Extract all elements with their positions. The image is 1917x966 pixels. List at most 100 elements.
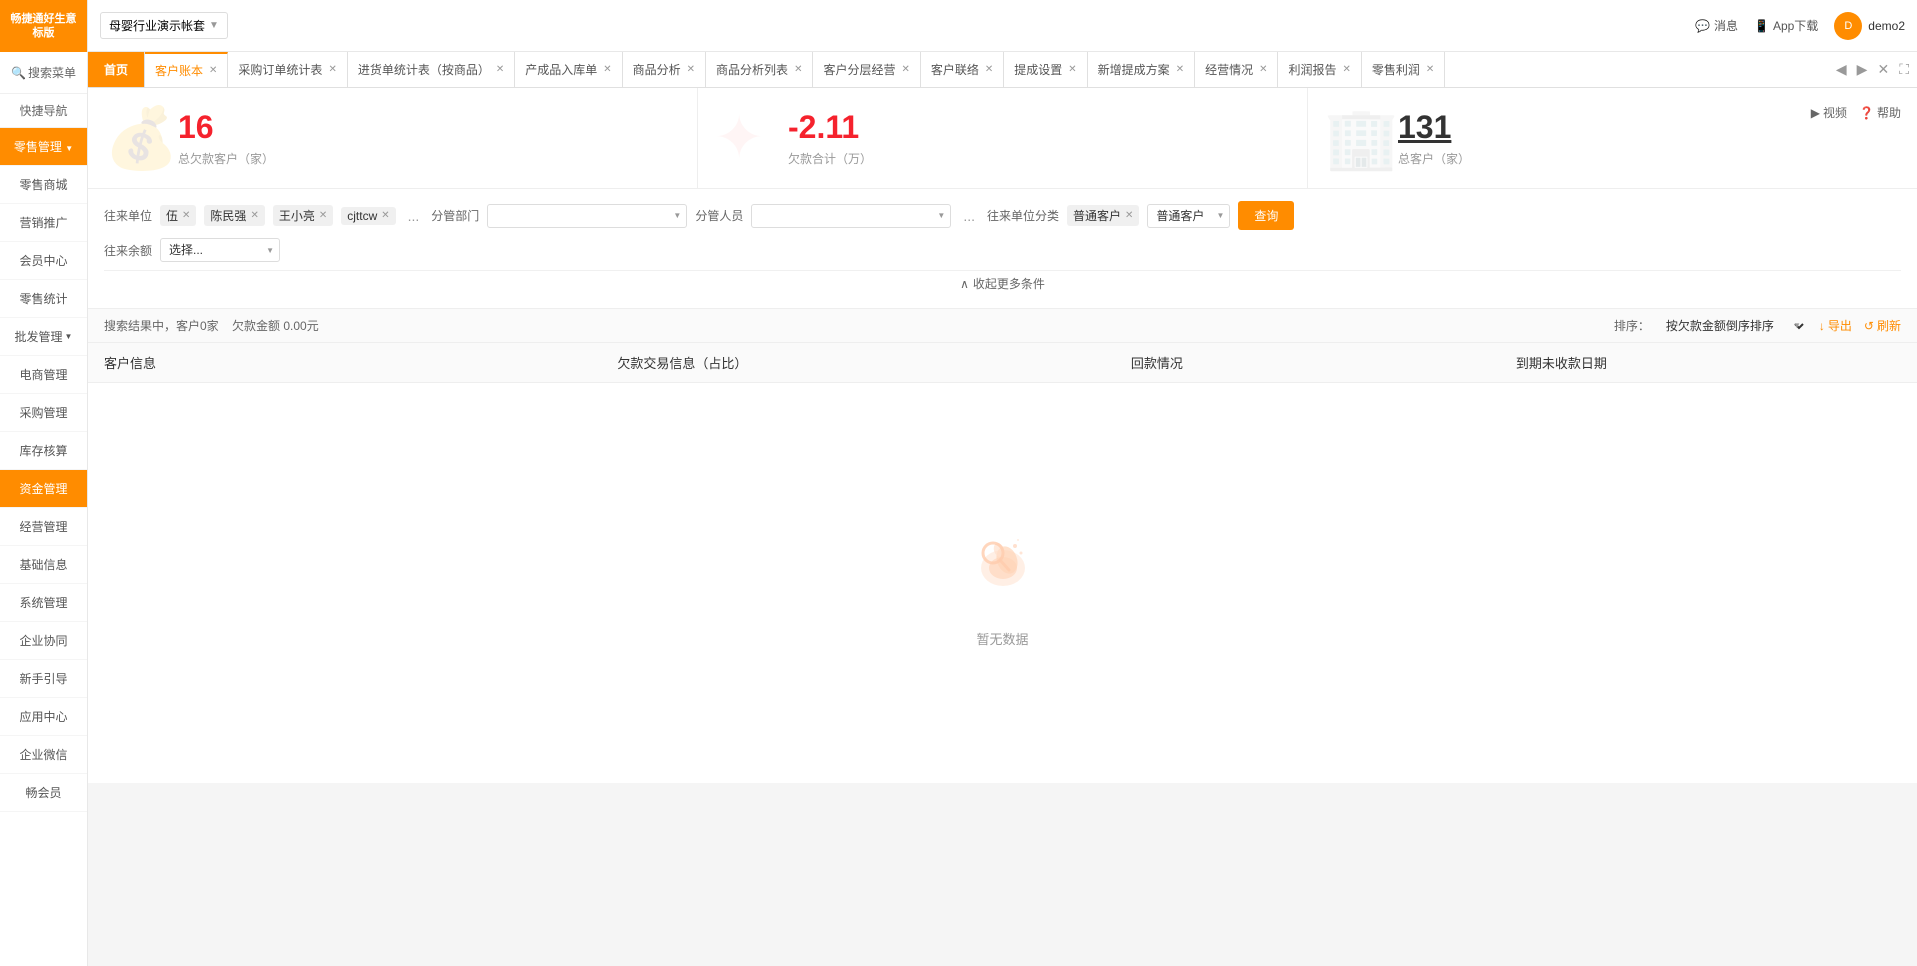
filter-unit-class-select[interactable]: 普通客户 [1147, 204, 1230, 228]
account-selector[interactable]: 母婴行业演示帐套 ▼ [100, 12, 228, 39]
filter-person-label: 分管人员 [695, 207, 743, 224]
tab-new-promotion[interactable]: 新增提成方案 ✕ [1088, 52, 1195, 88]
sidebar-item-system[interactable]: 系统管理 [0, 584, 87, 622]
results-bar: 搜索结果中，客户0家 欠款金额 0.00元 排序： 按欠款金额倒序排序 ↓ 导出 [88, 309, 1917, 343]
sidebar-item-wholesale[interactable]: 批发管理 ▼ [0, 318, 87, 356]
tab-close-icon[interactable]: ✕ [209, 65, 217, 76]
tab-promotion-settings[interactable]: 提成设置 ✕ [1004, 52, 1087, 88]
tab-home[interactable]: 首页 [88, 52, 145, 88]
tab-product-analysis-list[interactable]: 商品分析列表 ✕ [706, 52, 813, 88]
filter-tag-close-1[interactable]: ✕ [250, 210, 258, 221]
sidebar-item-retail-mall[interactable]: 零售商城 [0, 166, 87, 204]
filter-tag-1: 陈民强 ✕ [204, 205, 264, 226]
sidebar-item-basics[interactable]: 基础信息 [0, 546, 87, 584]
tab-production-inbound[interactable]: 产成品入库单 ✕ [515, 52, 622, 88]
messages-button[interactable]: 💬 消息 [1695, 17, 1738, 34]
table-header: 客户信息 欠款交易信息（占比） 回款情况 到期未收款日期 [88, 343, 1917, 383]
filter-more-dots[interactable]: ... [404, 206, 424, 226]
query-button[interactable]: 查询 [1238, 201, 1294, 230]
tab-close-icon[interactable]: ✕ [496, 64, 504, 75]
sort-select-wrapper: 按欠款金额倒序排序 [1662, 318, 1807, 334]
tab-close-icon[interactable]: ✕ [328, 64, 336, 75]
tab-close-icon[interactable]: ✕ [1176, 64, 1184, 75]
tab-purchase-stats-by-product[interactable]: 进货单统计表（按商品） ✕ [348, 52, 515, 88]
tab-close-icon[interactable]: ✕ [1426, 64, 1434, 75]
table-col-due-date: 到期未收款日期 [1516, 353, 1901, 372]
filter-dept-select[interactable] [487, 204, 687, 228]
tab-customer-tier[interactable]: 客户分层经营 ✕ [813, 52, 920, 88]
page-content-scroll: ▶ 视频 ❓ 帮助 💰 16 总欠款客户（家） [88, 88, 1917, 966]
sidebar-item-inventory[interactable]: 库存核算 [0, 432, 87, 470]
sidebar-item-finance[interactable]: 资金管理 [0, 470, 87, 508]
filter-unit-label: 往来单位 [104, 207, 152, 224]
tab-prev-button[interactable]: ◀ [1832, 59, 1851, 80]
stat-label-debt-customers: 总欠款客户（家） [178, 150, 274, 167]
tab-close-icon[interactable]: ✕ [901, 64, 909, 75]
filter-person-dots[interactable]: ... [959, 206, 979, 226]
tab-close-icon[interactable]: ✕ [794, 64, 802, 75]
tab-close-all-button[interactable]: ✕ [1873, 59, 1893, 80]
sidebar-search[interactable]: 🔍 搜索菜单 [0, 52, 87, 94]
tab-next-button[interactable]: ▶ [1853, 59, 1872, 80]
tab-close-icon[interactable]: ✕ [1259, 64, 1267, 75]
table-col-customer-info: 客户信息 [104, 353, 617, 372]
quick-nav-item[interactable]: 快捷导航 [0, 94, 87, 128]
tab-retail-profit[interactable]: 零售利润 ✕ [1362, 52, 1445, 88]
sidebar-item-enterprise-wechat[interactable]: 企业微信 [0, 736, 87, 774]
account-name: 母婴行业演示帐套 [109, 17, 205, 34]
tab-business-situation[interactable]: 经营情况 ✕ [1195, 52, 1278, 88]
sidebar-item-marketing[interactable]: 营销推广 [0, 204, 87, 242]
filter-unit-class-close[interactable]: ✕ [1125, 210, 1133, 221]
filter-person-select[interactable] [751, 204, 951, 228]
table-wrapper: 客户信息 欠款交易信息（占比） 回款情况 到期未收款日期 [88, 343, 1917, 783]
filter-collapse-btn[interactable]: ∧ 收起更多条件 [960, 275, 1045, 292]
search-menu-button[interactable]: 🔍 搜索菜单 [6, 60, 81, 85]
sidebar-item-newbie[interactable]: 新手引导 [0, 660, 87, 698]
filter-tag-close-0[interactable]: ✕ [182, 210, 190, 221]
tab-bar: 首页 客户账本 ✕ 采购订单统计表 ✕ 进货单统计表（按商品） ✕ 产成品入库单… [88, 52, 1917, 88]
tab-product-analysis[interactable]: 商品分析 ✕ [623, 52, 706, 88]
export-button[interactable]: ↓ 导出 [1819, 317, 1852, 334]
tab-fullscreen-button[interactable]: ⛶ [1895, 59, 1913, 80]
stats-row: ▶ 视频 ❓ 帮助 💰 16 总欠款客户（家） [88, 88, 1917, 189]
sort-select[interactable]: 按欠款金额倒序排序 [1662, 318, 1807, 334]
tab-customer-contact[interactable]: 客户联络 ✕ [921, 52, 1004, 88]
filter-tag-close-2[interactable]: ✕ [319, 210, 327, 221]
sidebar-item-vip-member[interactable]: 畅会员 [0, 774, 87, 812]
sidebar-item-purchase[interactable]: 采购管理 [0, 394, 87, 432]
filter-row-1: 往来单位 伍 ✕ 陈民强 ✕ 王小亮 ✕ cjttcw [104, 201, 1901, 230]
tab-close-icon[interactable]: ✕ [687, 64, 695, 75]
app-logo-text: 畅捷通好生意 [11, 12, 77, 26]
tab-profit-report[interactable]: 利润报告 ✕ [1278, 52, 1361, 88]
sidebar-item-operations[interactable]: 经营管理 [0, 508, 87, 546]
sidebar-item-enterprise[interactable]: 企业协同 [0, 622, 87, 660]
tab-close-icon[interactable]: ✕ [1343, 64, 1351, 75]
tab-close-icon[interactable]: ✕ [603, 64, 611, 75]
sidebar-item-member[interactable]: 会员中心 [0, 242, 87, 280]
filter-unit-class-wrapper: 普通客户 [1147, 204, 1230, 228]
stat-value-total-customers: 131 [1398, 109, 1470, 146]
app-logo: 畅捷通好生意 标版 [0, 0, 87, 52]
filter-tag-3: cjttcw ✕ [341, 207, 395, 225]
app-download-button[interactable]: 📱 App下载 [1754, 17, 1818, 34]
stat-value-debt-total: -2.11 [788, 109, 872, 146]
tab-close-icon[interactable]: ✕ [985, 64, 993, 75]
user-menu[interactable]: D demo2 [1834, 12, 1905, 40]
filter-balance-select[interactable]: 选择... [160, 238, 280, 262]
table-col-repayment: 回款情况 [1131, 353, 1516, 372]
tab-purchase-order-stats[interactable]: 采购订单统计表 ✕ [228, 52, 347, 88]
filter-balance-wrapper: 选择... [160, 238, 280, 262]
filter-dept-label: 分管部门 [431, 207, 479, 224]
filter-balance-label: 往来余额 [104, 242, 152, 259]
sidebar-item-retail-mgmt[interactable]: 零售管理 ▼ [0, 128, 87, 166]
sidebar-item-retail-stats[interactable]: 零售统计 [0, 280, 87, 318]
sidebar-item-app-center[interactable]: 应用中心 [0, 698, 87, 736]
refresh-button[interactable]: ↺ 刷新 [1864, 317, 1901, 334]
tab-close-icon[interactable]: ✕ [1068, 64, 1076, 75]
filter-tag-close-3[interactable]: ✕ [381, 210, 389, 221]
tab-customer-accounts[interactable]: 客户账本 ✕ [145, 52, 228, 88]
export-icon: ↓ [1819, 319, 1825, 333]
main-content-area: 母婴行业演示帐套 ▼ 💬 消息 📱 App下载 D demo2 首页 [88, 0, 1917, 966]
filter-tag-2: 王小亮 ✕ [273, 205, 333, 226]
sidebar-item-ecommerce[interactable]: 电商管理 [0, 356, 87, 394]
